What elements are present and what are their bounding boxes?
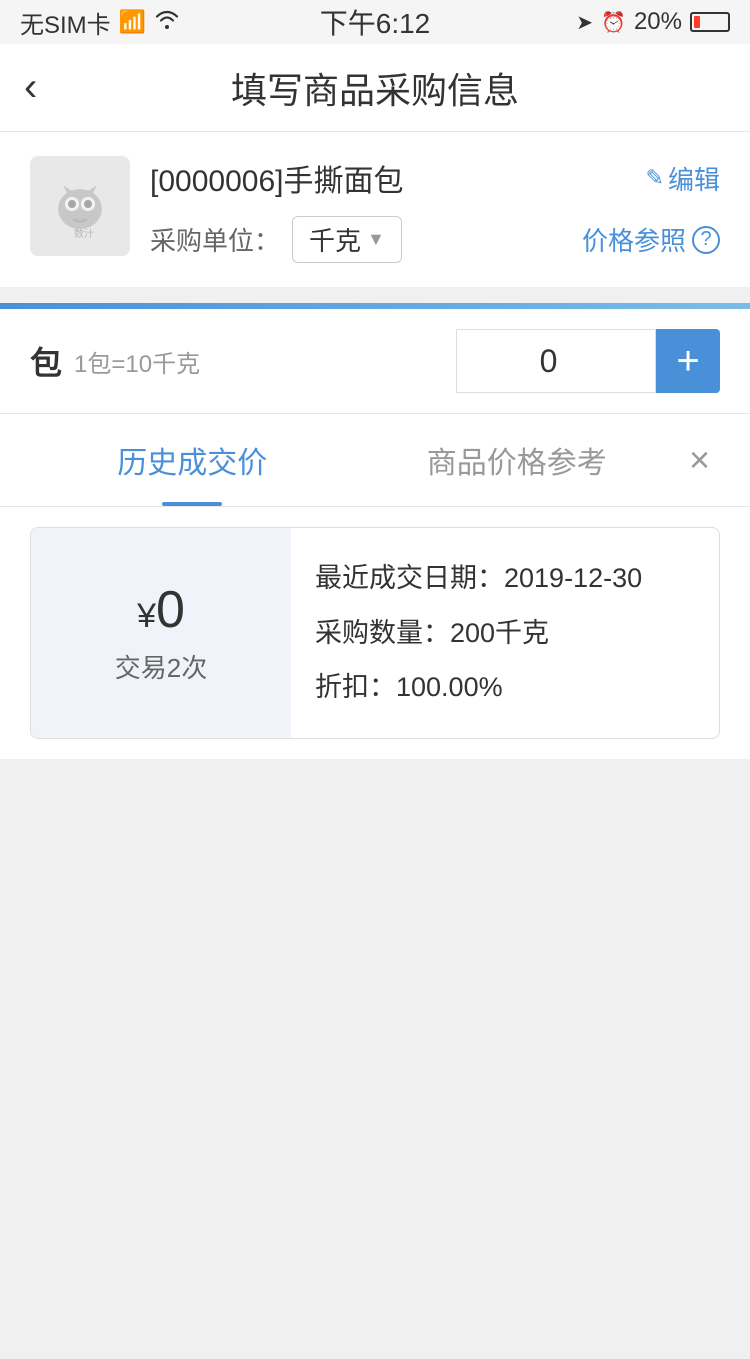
battery-icon [690, 12, 730, 32]
help-icon: ? [692, 226, 720, 254]
price-detail-discount-label: 折扣： [315, 672, 396, 702]
price-detail-date: 最近成交日期：2019-12-30 [315, 558, 695, 599]
unit-badge: 包 [30, 338, 62, 384]
carrier-text: 无SIM卡 [20, 5, 111, 40]
price-tabs: 历史成交价 商品价格参考 × [0, 414, 750, 507]
nav-bar: ‹ 填写商品采购信息 [0, 44, 750, 132]
quantity-plus-button[interactable]: + [656, 329, 720, 393]
quantity-row: 包 1包=10千克 + [0, 309, 750, 414]
status-right: ➤ ⏰ 20% [576, 8, 730, 36]
dropdown-icon: ▼ [367, 229, 385, 250]
status-time: 下午6:12 [320, 2, 431, 42]
product-meta: 采购单位： 千克 ▼ 价格参照 ? [150, 216, 720, 263]
unit-select[interactable]: 千克 ▼ [292, 216, 402, 263]
price-panel: 历史成交价 商品价格参考 × ¥0 交易2次 最近成交日期：2019-12-30… [0, 414, 750, 759]
page-title: 填写商品采购信息 [231, 62, 519, 114]
alarm-icon: ⏰ [601, 10, 626, 35]
price-cards: ¥0 交易2次 最近成交日期：2019-12-30 采购数量：200千克 折扣：… [0, 507, 750, 759]
sim-icon: 📶 [119, 9, 146, 35]
product-info: [0000006]手撕面包 ✎ 编辑 采购单位： 千克 ▼ 价格参照 ? [150, 156, 720, 263]
quantity-label: 包 1包=10千克 [30, 338, 200, 384]
status-left: 无SIM卡 📶 [20, 5, 180, 40]
price-detail-discount: 折扣：100.00% [315, 667, 695, 708]
wifi-icon [154, 8, 180, 36]
location-icon: ➤ [576, 10, 593, 35]
svg-text:数汁: 数汁 [74, 227, 94, 240]
price-detail-quantity: 采购数量：200千克 [315, 613, 695, 654]
price-card-left: ¥0 交易2次 [31, 528, 291, 738]
price-detail-quantity-value: 200千克 [450, 618, 549, 648]
edit-icon: ✎ [646, 165, 664, 191]
price-detail-date-label: 最近成交日期： [315, 563, 504, 593]
unit-note: 1包=10千克 [74, 344, 200, 379]
product-name: [0000006]手撕面包 [150, 156, 403, 200]
unit-value: 千克 [309, 221, 361, 258]
price-currency: ¥ [137, 597, 156, 635]
price-amount: ¥0 [137, 580, 185, 640]
product-image: 数汁 [30, 156, 130, 256]
quantity-control: + [456, 329, 720, 393]
tab-product-price-ref[interactable]: 商品价格参考 [354, 414, 678, 506]
tab-history-price[interactable]: 历史成交价 [30, 414, 354, 506]
unit-row: 采购单位： 千克 ▼ [150, 216, 402, 263]
price-value: 0 [156, 581, 185, 639]
edit-button[interactable]: ✎ 编辑 [646, 160, 720, 197]
tab-history-price-label: 历史成交价 [117, 447, 267, 480]
price-detail-discount-value: 100.00% [396, 672, 503, 702]
price-ref-label: 价格参照 [582, 221, 686, 258]
product-header: 数汁 [0000006]手撕面包 ✎ 编辑 采购单位： 千克 ▼ [30, 156, 720, 263]
product-card: 数汁 [0000006]手撕面包 ✎ 编辑 采购单位： 千克 ▼ [0, 132, 750, 287]
price-detail-quantity-label: 采购数量： [315, 618, 450, 648]
purchase-unit-label: 采购单位： [150, 221, 280, 258]
tab-product-price-ref-label: 商品价格参考 [427, 447, 607, 480]
main-content [0, 759, 750, 1359]
edit-label: 编辑 [668, 160, 720, 197]
price-trades: 交易2次 [115, 648, 207, 685]
price-ref-link[interactable]: 价格参照 ? [582, 221, 720, 258]
quantity-input[interactable] [456, 329, 656, 393]
back-button[interactable]: ‹ [24, 65, 37, 110]
close-button[interactable]: × [679, 429, 720, 491]
battery-percent: 20% [634, 8, 682, 36]
status-bar: 无SIM卡 📶 下午6:12 ➤ ⏰ 20% [0, 0, 750, 44]
price-detail-date-value: 2019-12-30 [504, 563, 642, 593]
product-info-top: [0000006]手撕面包 ✎ 编辑 [150, 156, 720, 200]
price-card-right: 最近成交日期：2019-12-30 采购数量：200千克 折扣：100.00% [291, 528, 719, 738]
price-card: ¥0 交易2次 最近成交日期：2019-12-30 采购数量：200千克 折扣：… [30, 527, 720, 739]
